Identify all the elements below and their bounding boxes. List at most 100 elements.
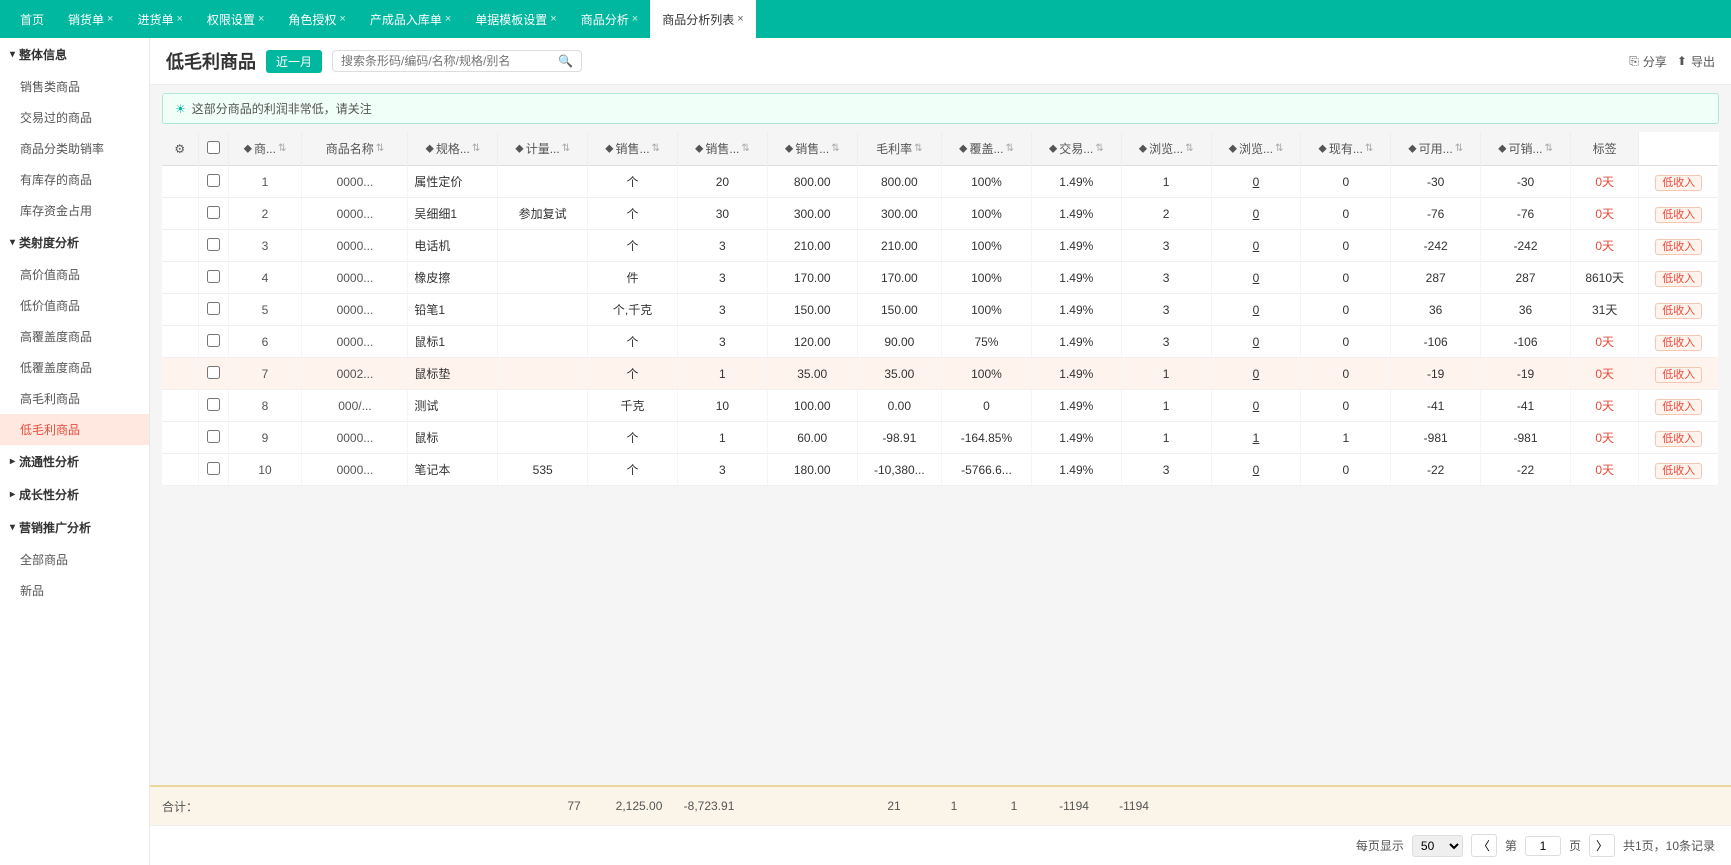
row-checkbox[interactable] (198, 198, 228, 230)
row-name[interactable]: 吴细细1 (408, 198, 498, 230)
sidebar-item-low-margin[interactable]: 低毛利商品 (0, 414, 149, 445)
nav-product-inbound[interactable]: 产成品入库单 × (358, 0, 463, 38)
search-input[interactable] (341, 54, 558, 68)
chevron-right-icon: ▸ (10, 489, 15, 500)
row-select-checkbox[interactable] (207, 270, 220, 283)
close-icon[interactable]: × (445, 13, 451, 25)
row-browse1[interactable]: 0 (1211, 390, 1301, 422)
row-browse1[interactable]: 0 (1211, 198, 1301, 230)
close-icon[interactable]: × (550, 13, 556, 25)
sidebar-group-overall[interactable]: ▾ 整体信息 (0, 38, 149, 71)
export-button[interactable]: ⬆ 导出 (1677, 53, 1715, 70)
sidebar-item-high-margin[interactable]: 高毛利商品 (0, 383, 149, 414)
next-page-button[interactable]: 〉 (1589, 834, 1615, 857)
sidebar-item-high-coverage[interactable]: 高覆盖度商品 (0, 321, 149, 352)
prev-page-button[interactable]: 〈 (1471, 834, 1497, 857)
row-name[interactable]: 测试 (408, 390, 498, 422)
row-checkbox[interactable] (198, 390, 228, 422)
sidebar-item-all-goods[interactable]: 全部商品 (0, 544, 149, 575)
row-checkbox[interactable] (198, 326, 228, 358)
time-filter-button[interactable]: 近一月 (266, 50, 322, 73)
sidebar-item-low-coverage[interactable]: 低覆盖度商品 (0, 352, 149, 383)
row-saleable: 0天 (1570, 390, 1639, 422)
row-saleable: 0天 (1570, 326, 1639, 358)
nav-role-auth[interactable]: 角色授权 × (276, 0, 357, 38)
row-browse1[interactable]: 0 (1211, 454, 1301, 486)
nav-home[interactable]: 首页 (8, 0, 56, 38)
sidebar-item-stock-goods[interactable]: 有库存的商品 (0, 164, 149, 195)
close-icon[interactable]: × (632, 13, 638, 25)
row-browse1[interactable]: 0 (1211, 326, 1301, 358)
row-name[interactable]: 电话机 (408, 230, 498, 262)
row-checkbox[interactable] (198, 166, 228, 198)
col-tag: 标签 (1570, 132, 1639, 166)
row-no: 3 (228, 230, 302, 262)
nav-product-analysis-list[interactable]: 商品分析列表 × (650, 0, 755, 38)
close-icon[interactable]: × (176, 13, 182, 25)
row-available: -106 (1481, 326, 1571, 358)
row-checkbox[interactable] (198, 422, 228, 454)
search-icon[interactable]: 🔍 (558, 54, 573, 68)
sidebar-group-flow[interactable]: ▸ 流通性分析 (0, 445, 149, 478)
row-name[interactable]: 鼠标1 (408, 326, 498, 358)
row-name[interactable]: 鼠标垫 (408, 358, 498, 390)
row-browse1[interactable]: 0 (1211, 294, 1301, 326)
row-browse1[interactable]: 0 (1211, 230, 1301, 262)
nav-purchase-order[interactable]: 进货单 × (125, 0, 194, 38)
nav-permissions[interactable]: 权限设置 × (195, 0, 276, 38)
row-available: 287 (1481, 262, 1571, 294)
nav-template-settings[interactable]: 单据模板设置 × (463, 0, 568, 38)
row-browse1[interactable]: 1 (1211, 422, 1301, 454)
row-select-checkbox[interactable] (207, 238, 220, 251)
row-trade: 1 (1121, 422, 1211, 454)
sidebar-group-growth[interactable]: ▸ 成长性分析 (0, 478, 149, 511)
row-code: 0000... (302, 166, 408, 198)
col-settings[interactable]: ⚙ (162, 132, 198, 166)
sidebar-group-marketing[interactable]: ▾ 营销推广分析 (0, 511, 149, 544)
page-label: 第 (1505, 837, 1517, 854)
close-icon[interactable]: × (737, 13, 743, 25)
select-all-checkbox[interactable] (207, 141, 220, 154)
row-select-checkbox[interactable] (207, 174, 220, 187)
row-name[interactable]: 属性定价 (408, 166, 498, 198)
row-checkbox[interactable] (198, 230, 228, 262)
row-gross-margin: -164.85% (942, 422, 1032, 454)
row-checkbox[interactable] (198, 294, 228, 326)
sidebar-item-low-value[interactable]: 低价值商品 (0, 290, 149, 321)
row-select-checkbox[interactable] (207, 398, 220, 411)
row-select-checkbox[interactable] (207, 462, 220, 475)
row-name[interactable]: 橡皮擦 (408, 262, 498, 294)
table-wrapper: ⚙ ⬥ 商... ⇅ 商品名称 ⇅ ⬥ 规格... ⇅ ⬥ 计量... ⇅ ⬥ … (150, 132, 1731, 785)
page-number-input[interactable] (1525, 836, 1561, 856)
row-select-checkbox[interactable] (207, 366, 220, 379)
sidebar-group-class-analysis[interactable]: ▾ 类射度分析 (0, 226, 149, 259)
row-name[interactable]: 铅笔1 (408, 294, 498, 326)
row-checkbox[interactable] (198, 454, 228, 486)
row-select-checkbox[interactable] (207, 334, 220, 347)
share-button[interactable]: ⎘ 分享 (1629, 53, 1667, 70)
sidebar-item-traded-goods[interactable]: 交易过的商品 (0, 102, 149, 133)
row-checkbox[interactable] (198, 262, 228, 294)
row-select-checkbox[interactable] (207, 206, 220, 219)
row-name[interactable]: 笔记本 (408, 454, 498, 486)
sidebar-item-new-goods[interactable]: 新品 (0, 575, 149, 606)
close-icon[interactable]: × (258, 13, 264, 25)
sidebar-item-high-value[interactable]: 高价值商品 (0, 259, 149, 290)
close-icon[interactable]: × (339, 13, 345, 25)
sidebar-item-category-sales-rate[interactable]: 商品分类助销率 (0, 133, 149, 164)
row-select-checkbox[interactable] (207, 430, 220, 443)
nav-sales-order[interactable]: 销货单 × (56, 0, 125, 38)
row-select-checkbox[interactable] (207, 302, 220, 315)
sidebar-item-inventory-capital[interactable]: 库存资金占用 (0, 195, 149, 226)
row-name[interactable]: 鼠标 (408, 422, 498, 454)
nav-product-analysis[interactable]: 商品分析 × (569, 0, 650, 38)
row-settings (162, 262, 198, 294)
row-available: -19 (1481, 358, 1571, 390)
sidebar-item-sales-goods[interactable]: 销售类商品 (0, 71, 149, 102)
row-checkbox[interactable] (198, 358, 228, 390)
row-browse1[interactable]: 0 (1211, 166, 1301, 198)
row-browse1[interactable]: 0 (1211, 358, 1301, 390)
close-icon[interactable]: × (107, 13, 113, 25)
row-browse1[interactable]: 0 (1211, 262, 1301, 294)
page-size-select[interactable]: 50 100 200 (1412, 835, 1463, 857)
